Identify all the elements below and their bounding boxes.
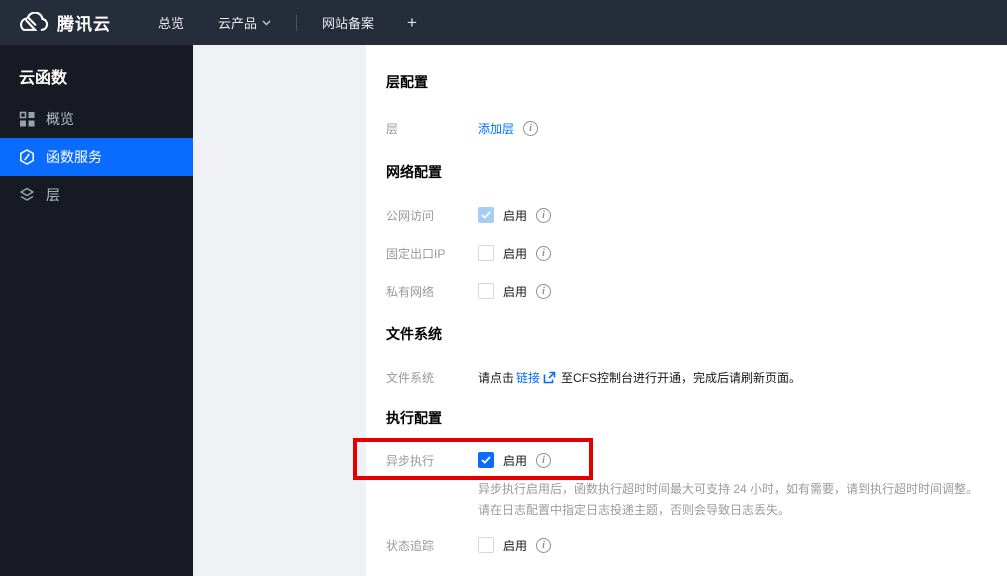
external-link-icon[interactable] [543,371,556,384]
nav-overview-label: 总览 [158,16,185,31]
cfs-link[interactable]: 链接 [516,369,540,386]
sidebar: 云函数 概览 函数服务 层 [0,45,193,576]
info-icon[interactable]: i [536,283,552,299]
tencent-cloud-console: { "topbar": { "brand": "腾讯云", "nav": [ {… [0,0,1007,576]
async-execution-help-text: 异步执行启用后，函数执行超时时间最大可支持 24 小时，如有需要，请到执行超时时… [478,479,1003,521]
cloud-logo-icon [20,11,49,31]
nav-divider [296,14,298,31]
fixed-ip-row: 固定出口IP 启用 i [386,242,552,264]
help-line-1: 异步执行启用后，函数执行超时时间最大可支持 24 小时，如有需要，请到执行超时时… [478,482,979,496]
enable-label: 启用 [503,538,528,553]
function-hexagon-icon [19,149,35,165]
row-label-vpc: 私有网络 [386,284,435,299]
info-icon[interactable]: i [536,537,552,553]
nav-overview[interactable]: 总览 [141,0,201,45]
row-label-fixed-ip: 固定出口IP [386,246,446,261]
nav-add-button[interactable]: + [391,0,433,45]
sidebar-item-label: 层 [46,187,60,203]
sidebar-item-overview[interactable]: 概览 [0,100,193,138]
enable-label: 启用 [503,284,528,299]
topbar: 腾讯云 总览 云产品 网站备案 + [0,0,1007,45]
check-icon [481,211,491,219]
enable-label: 启用 [503,246,528,261]
row-label-async-execution: 异步执行 [386,453,435,468]
section-heading-layer-config: 层配置 [386,74,428,90]
sidebar-item-label: 概览 [46,111,74,127]
nav-cloud-products-label: 云产品 [218,16,258,31]
info-icon[interactable]: i [523,120,539,136]
status-trace-row: 状态追踪 启用 i [386,534,552,556]
info-icon[interactable]: i [536,207,552,223]
secondary-panel [193,45,366,576]
row-label-public-network: 公网访问 [386,208,435,223]
section-heading-execution-config: 执行配置 [386,410,442,426]
section-heading-network-config: 网络配置 [386,164,442,180]
file-system-text-before: 请点击 [478,370,515,385]
grid-icon [19,111,35,127]
nav-add-label: + [407,12,417,32]
nav-website-icp[interactable]: 网站备案 [305,0,391,45]
enable-label: 启用 [503,453,528,468]
status-trace-checkbox[interactable] [478,537,494,553]
layers-icon [19,187,35,203]
help-line-2: 请在日志配置中指定日志投递主题，否则会导致日志丢失。 [478,503,791,517]
sidebar-menu: 概览 函数服务 层 [0,100,193,214]
vpc-checkbox[interactable] [478,283,494,299]
check-icon [481,456,491,464]
vpc-row: 私有网络 启用 i [386,280,552,302]
info-icon[interactable]: i [536,452,552,468]
fixed-ip-checkbox[interactable] [478,245,494,261]
sidebar-item-label: 函数服务 [46,149,102,165]
top-navigation: 总览 云产品 网站备案 + [141,0,433,45]
nav-cloud-products[interactable]: 云产品 [201,0,288,45]
sidebar-item-layers[interactable]: 层 [0,176,193,214]
section-heading-file-system: 文件系统 [386,326,442,342]
function-config-panel: 层配置 层 添加层 i 网络配置 公网访问 启用 i 固定出口IP 启用 i 私… [366,45,1007,576]
async-execution-checkbox[interactable] [478,452,494,468]
chevron-down-icon [262,20,271,25]
sidebar-title: 云函数 [19,70,68,87]
row-label-status-trace: 状态追踪 [386,538,435,553]
public-network-row: 公网访问 启用 i [386,204,552,226]
brand-name: 腾讯云 [57,15,111,34]
row-label-layer: 层 [386,121,399,136]
enable-label: 启用 [503,208,528,223]
tencent-cloud-logo[interactable]: 腾讯云 [0,10,141,35]
row-label-file-system: 文件系统 [386,370,435,385]
async-execution-row: 异步执行 启用 i [386,449,552,471]
file-system-text-after: 至CFS控制台进行开通，完成后请刷新页面。 [561,370,802,385]
layer-row: 层 添加层 i [386,117,539,139]
sidebar-item-function-service[interactable]: 函数服务 [0,138,193,176]
info-icon[interactable]: i [536,245,552,261]
nav-website-icp-label: 网站备案 [322,16,375,31]
public-network-checkbox [478,207,494,223]
file-system-row: 文件系统 请点击 链接 至CFS控制台进行开通，完成后请刷新页面。 [386,366,801,388]
add-layer-link[interactable]: 添加层 [478,120,514,137]
